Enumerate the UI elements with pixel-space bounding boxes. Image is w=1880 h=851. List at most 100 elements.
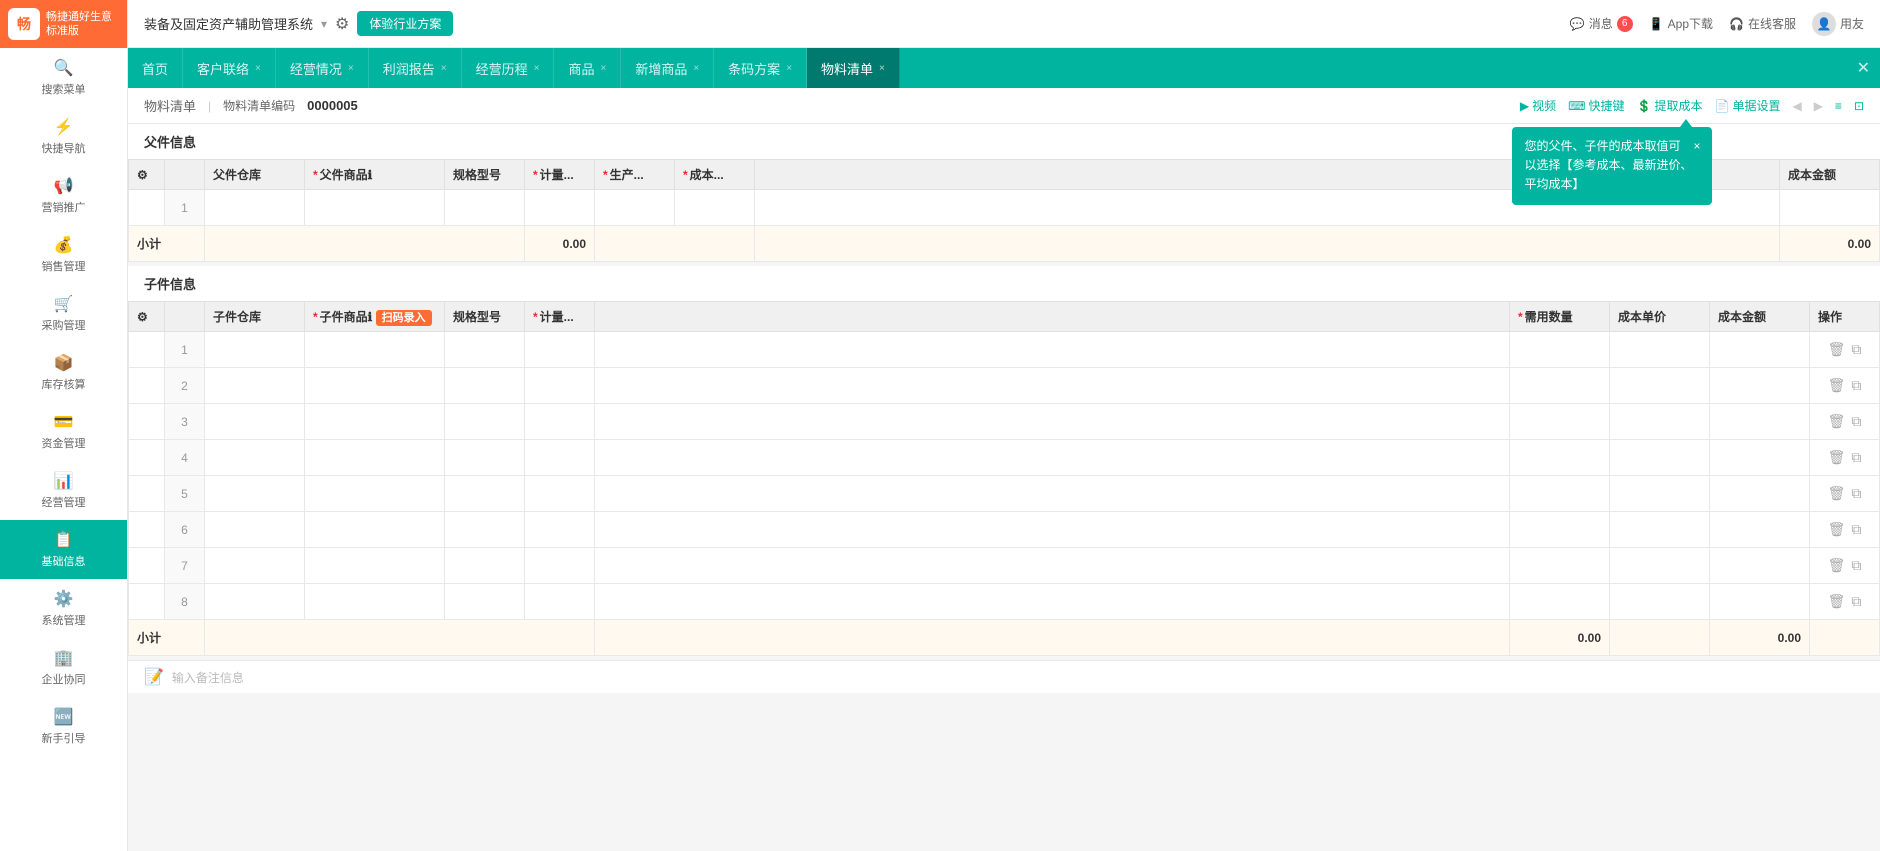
child-product-cell[interactable] <box>305 584 445 620</box>
child-unit-price-cell[interactable] <box>1610 368 1710 404</box>
parent-unit-cell[interactable] <box>525 190 595 226</box>
child-product-cell[interactable] <box>305 332 445 368</box>
child-amount-cell[interactable] <box>1710 548 1810 584</box>
child-unit-cell[interactable] <box>525 368 595 404</box>
nav-prev-icon[interactable]: ◀ <box>1792 99 1801 113</box>
message-button[interactable]: 💬 消息 6 <box>1570 15 1633 32</box>
tab-close-icon[interactable]: × <box>786 63 792 74</box>
child-unit-cell[interactable] <box>525 512 595 548</box>
child-spec-cell[interactable] <box>445 440 525 476</box>
copy-icon[interactable]: ⧉ <box>1851 593 1861 610</box>
nav-tab-经营历程[interactable]: 经营历程× <box>462 48 555 88</box>
scan-input-button[interactable]: 扫码录入 <box>376 310 432 326</box>
child-qty-cell[interactable] <box>1510 548 1610 584</box>
child-warehouse-cell[interactable] <box>205 476 305 512</box>
nav-tab-条码方案[interactable]: 条码方案× <box>714 48 807 88</box>
parent-produce-cell[interactable] <box>595 190 675 226</box>
child-unit-price-cell[interactable] <box>1610 512 1710 548</box>
child-spec-cell[interactable] <box>445 512 525 548</box>
cost-action[interactable]: 💲 提取成本 × 您的父件、子件的成本取值可以选择【参考成本、最新进价、平均成本… <box>1637 97 1703 114</box>
dropdown-arrow-icon[interactable]: ▾ <box>321 17 327 31</box>
delete-icon[interactable]: 🗑 <box>1828 449 1846 466</box>
delete-icon[interactable]: 🗑 <box>1828 485 1846 502</box>
nav-tab-新增商品[interactable]: 新增商品× <box>621 48 714 88</box>
note-placeholder[interactable]: 输入备注信息 <box>172 669 244 686</box>
copy-icon[interactable]: ⧉ <box>1851 341 1861 358</box>
child-product-cell[interactable] <box>305 440 445 476</box>
fullscreen-icon[interactable]: ⊡ <box>1854 99 1864 113</box>
close-all-tabs-button[interactable]: ✕ <box>1847 58 1880 78</box>
copy-icon[interactable]: ⧉ <box>1851 557 1861 574</box>
online-service-button[interactable]: 🎧 在线客服 <box>1729 15 1796 32</box>
sidebar-item-operations[interactable]: 📊经营管理 <box>0 461 127 520</box>
child-spec-cell[interactable] <box>445 368 525 404</box>
parent-warehouse-cell[interactable] <box>205 190 305 226</box>
child-warehouse-cell[interactable] <box>205 332 305 368</box>
child-unit-price-cell[interactable] <box>1610 332 1710 368</box>
child-unit-price-cell[interactable] <box>1610 584 1710 620</box>
sidebar-item-marketing[interactable]: 📢营销推广 <box>0 166 127 225</box>
copy-icon[interactable]: ⧉ <box>1851 449 1861 466</box>
child-amount-cell[interactable] <box>1710 404 1810 440</box>
delete-icon[interactable]: 🗑 <box>1828 341 1846 358</box>
sidebar-item-inventory[interactable]: 📦库存核算 <box>0 343 127 402</box>
nav-tab-物料清单[interactable]: 物料清单× <box>807 48 900 88</box>
tooltip-close-button[interactable]: × <box>1693 137 1700 156</box>
child-spec-cell[interactable] <box>445 584 525 620</box>
child-qty-cell[interactable] <box>1510 332 1610 368</box>
parent-cost-cell[interactable] <box>675 190 755 226</box>
child-product-cell[interactable] <box>305 512 445 548</box>
child-warehouse-cell[interactable] <box>205 404 305 440</box>
tab-close-icon[interactable]: × <box>441 63 447 74</box>
sidebar-item-quick-nav[interactable]: ⚡快捷导航 <box>0 107 127 166</box>
child-warehouse-cell[interactable] <box>205 512 305 548</box>
child-spec-cell[interactable] <box>445 548 525 584</box>
sidebar-item-sales[interactable]: 💰销售管理 <box>0 225 127 284</box>
user-button[interactable]: 👤 用友 <box>1812 12 1864 36</box>
child-unit-cell[interactable] <box>525 584 595 620</box>
nav-tab-利润报告[interactable]: 利润报告× <box>369 48 462 88</box>
child-unit-price-cell[interactable] <box>1610 548 1710 584</box>
child-qty-cell[interactable] <box>1510 512 1610 548</box>
child-warehouse-cell[interactable] <box>205 440 305 476</box>
sidebar-item-finance[interactable]: 💳资金管理 <box>0 402 127 461</box>
child-product-cell[interactable] <box>305 476 445 512</box>
child-amount-cell[interactable] <box>1710 584 1810 620</box>
try-button[interactable]: 体验行业方案 <box>357 11 453 36</box>
child-spec-cell[interactable] <box>445 332 525 368</box>
child-unit-cell[interactable] <box>525 548 595 584</box>
copy-icon[interactable]: ⧉ <box>1851 521 1861 538</box>
child-amount-cell[interactable] <box>1710 332 1810 368</box>
parent-spec-cell[interactable] <box>445 190 525 226</box>
nav-tab-商品[interactable]: 商品× <box>554 48 621 88</box>
nav-tab-客户联络[interactable]: 客户联络× <box>183 48 276 88</box>
doc-settings-action[interactable]: 📄 单据设置 <box>1714 97 1780 114</box>
tab-close-icon[interactable]: × <box>879 63 885 74</box>
sidebar-item-search[interactable]: 🔍搜索菜单 <box>0 48 127 107</box>
delete-icon[interactable]: 🗑 <box>1828 593 1846 610</box>
sidebar-item-basic[interactable]: 📋基础信息 <box>0 520 127 579</box>
sidebar-item-system[interactable]: ⚙️系统管理 <box>0 579 127 638</box>
child-spec-cell[interactable] <box>445 476 525 512</box>
nav-next-icon[interactable]: ▶ <box>1814 99 1823 113</box>
child-unit-cell[interactable] <box>525 440 595 476</box>
child-unit-price-cell[interactable] <box>1610 440 1710 476</box>
child-warehouse-cell[interactable] <box>205 584 305 620</box>
shortcut-action[interactable]: ⌨ 快捷键 <box>1568 97 1624 114</box>
nav-tab-首页[interactable]: 首页 <box>128 48 183 88</box>
child-amount-cell[interactable] <box>1710 440 1810 476</box>
child-unit-cell[interactable] <box>525 476 595 512</box>
child-unit-cell[interactable] <box>525 332 595 368</box>
tab-close-icon[interactable]: × <box>600 63 606 74</box>
view-action[interactable]: ▶ 视频 <box>1520 97 1556 114</box>
app-download-button[interactable]: 📱 App下载 <box>1649 15 1713 32</box>
sidebar-item-purchase[interactable]: 🛒采购管理 <box>0 284 127 343</box>
child-warehouse-cell[interactable] <box>205 548 305 584</box>
child-spec-cell[interactable] <box>445 404 525 440</box>
sidebar-item-enterprise[interactable]: 🏢企业协同 <box>0 638 127 697</box>
child-unit-cell[interactable] <box>525 404 595 440</box>
breadcrumb[interactable]: 物料清单 <box>144 96 196 115</box>
child-warehouse-cell[interactable] <box>205 368 305 404</box>
sidebar-item-guide[interactable]: 🆕新手引导 <box>0 697 127 756</box>
gear-icon[interactable]: ⚙ <box>335 14 349 34</box>
